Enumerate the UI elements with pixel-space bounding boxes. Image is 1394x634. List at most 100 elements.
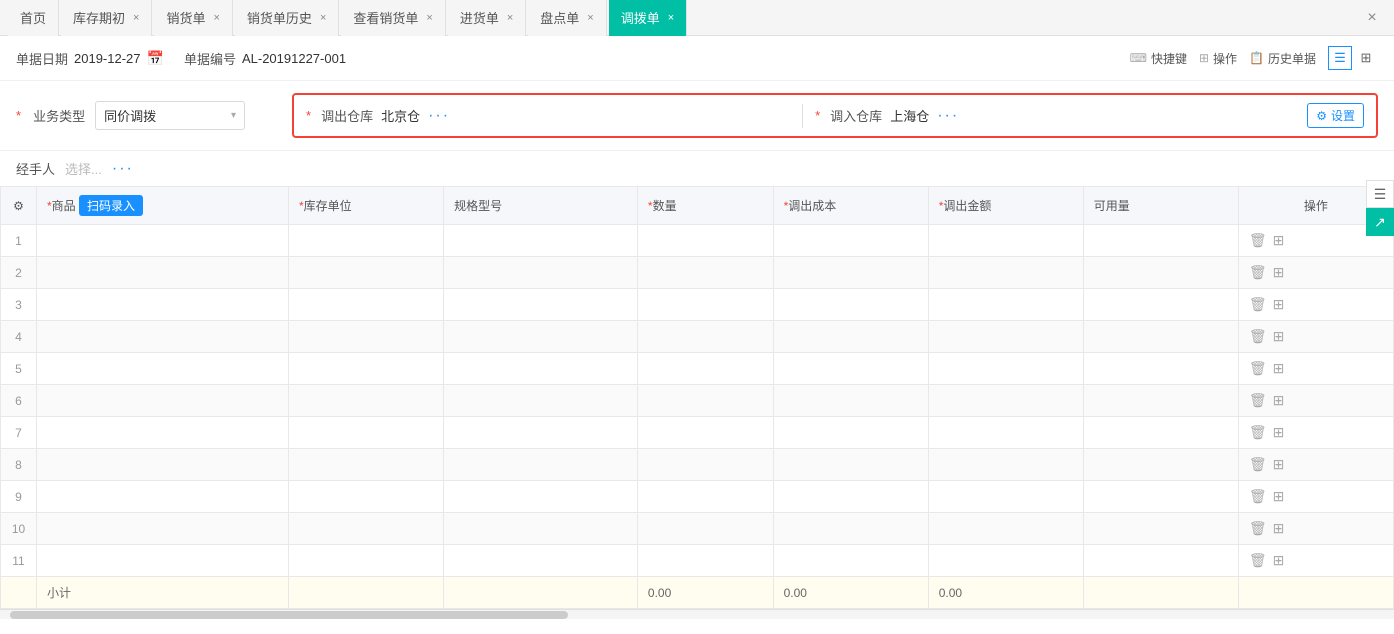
sidebar-export-icon[interactable]: ↗ xyxy=(1366,208,1394,236)
row-spec[interactable] xyxy=(444,289,638,321)
row-cost[interactable] xyxy=(773,321,928,353)
tab-sales-history[interactable]: 销货单历史 × xyxy=(235,0,339,36)
shortcut-btn[interactable]: ⌨ 快捷键 xyxy=(1130,50,1187,67)
calendar-icon[interactable]: 📅 xyxy=(147,50,164,67)
row-cost[interactable] xyxy=(773,417,928,449)
delete-icon[interactable]: 🗑 xyxy=(1249,264,1267,281)
row-product[interactable] xyxy=(37,353,289,385)
row-amount[interactable] xyxy=(928,545,1083,577)
row-spec[interactable] xyxy=(444,513,638,545)
copy-icon[interactable]: ⊞ xyxy=(1273,232,1285,249)
row-product[interactable] xyxy=(37,289,289,321)
row-amount[interactable] xyxy=(928,289,1083,321)
tab-view-sales-close[interactable]: × xyxy=(426,12,432,24)
handler-more[interactable]: ··· xyxy=(112,160,134,178)
tab-sales-order-close[interactable]: × xyxy=(213,12,219,24)
tab-transfer-order[interactable]: 调拨单 × xyxy=(609,0,687,36)
row-spec[interactable] xyxy=(444,481,638,513)
delete-icon[interactable]: 🗑 xyxy=(1249,296,1267,313)
row-cost[interactable] xyxy=(773,353,928,385)
row-amount[interactable] xyxy=(928,321,1083,353)
copy-icon[interactable]: ⊞ xyxy=(1273,552,1285,569)
delete-icon[interactable]: 🗑 xyxy=(1249,392,1267,409)
row-spec[interactable] xyxy=(444,257,638,289)
tab-home[interactable]: 首页 xyxy=(8,0,59,36)
tab-inventory-count-close[interactable]: × xyxy=(587,12,593,24)
th-gear[interactable]: ⚙ xyxy=(1,187,37,225)
copy-icon[interactable]: ⊞ xyxy=(1273,360,1285,377)
row-spec[interactable] xyxy=(444,417,638,449)
delete-icon[interactable]: 🗑 xyxy=(1249,456,1267,473)
row-amount[interactable] xyxy=(928,353,1083,385)
row-qty[interactable] xyxy=(637,481,773,513)
out-warehouse-more[interactable]: ··· xyxy=(428,107,450,125)
row-cost[interactable] xyxy=(773,257,928,289)
row-unit[interactable] xyxy=(289,449,444,481)
tab-inventory-init[interactable]: 库存期初 × xyxy=(61,0,152,36)
row-product[interactable] xyxy=(37,481,289,513)
row-spec[interactable] xyxy=(444,449,638,481)
row-qty[interactable] xyxy=(637,513,773,545)
row-amount[interactable] xyxy=(928,385,1083,417)
row-unit[interactable] xyxy=(289,385,444,417)
settings-btn[interactable]: ⚙ 设置 xyxy=(1307,103,1364,128)
row-cost[interactable] xyxy=(773,225,928,257)
row-qty[interactable] xyxy=(637,257,773,289)
row-unit[interactable] xyxy=(289,225,444,257)
delete-icon[interactable]: 🗑 xyxy=(1249,328,1267,345)
history-btn[interactable]: 📋 历史单据 xyxy=(1249,50,1316,67)
delete-icon[interactable]: 🗑 xyxy=(1249,424,1267,441)
row-product[interactable] xyxy=(37,385,289,417)
tab-sales-history-close[interactable]: × xyxy=(320,12,326,24)
row-cost[interactable] xyxy=(773,289,928,321)
row-product[interactable] xyxy=(37,257,289,289)
row-qty[interactable] xyxy=(637,545,773,577)
row-amount[interactable] xyxy=(928,513,1083,545)
tab-inventory-count[interactable]: 盘点单 × xyxy=(528,0,606,36)
scan-button[interactable]: 扫码录入 xyxy=(79,195,143,216)
row-product[interactable] xyxy=(37,449,289,481)
copy-icon[interactable]: ⊞ xyxy=(1273,520,1285,537)
close-all-tabs[interactable]: × xyxy=(1358,4,1386,32)
row-unit[interactable] xyxy=(289,513,444,545)
copy-icon[interactable]: ⊞ xyxy=(1273,488,1285,505)
copy-icon[interactable]: ⊞ xyxy=(1273,328,1285,345)
row-amount[interactable] xyxy=(928,449,1083,481)
delete-icon[interactable]: 🗑 xyxy=(1249,552,1267,569)
row-qty[interactable] xyxy=(637,321,773,353)
row-cost[interactable] xyxy=(773,449,928,481)
delete-icon[interactable]: 🗑 xyxy=(1249,232,1267,249)
copy-icon[interactable]: ⊞ xyxy=(1273,424,1285,441)
row-unit[interactable] xyxy=(289,257,444,289)
tab-purchase-order-close[interactable]: × xyxy=(507,12,513,24)
row-cost[interactable] xyxy=(773,481,928,513)
row-unit[interactable] xyxy=(289,545,444,577)
row-unit[interactable] xyxy=(289,289,444,321)
delete-icon[interactable]: 🗑 xyxy=(1249,520,1267,537)
business-type-select[interactable]: 同价调拨 ▾ xyxy=(95,101,245,130)
horizontal-scrollbar[interactable] xyxy=(0,609,1394,619)
row-qty[interactable] xyxy=(637,225,773,257)
row-product[interactable] xyxy=(37,513,289,545)
copy-icon[interactable]: ⊞ xyxy=(1273,456,1285,473)
list-view-btn[interactable]: ☰ xyxy=(1328,46,1352,70)
row-qty[interactable] xyxy=(637,449,773,481)
copy-icon[interactable]: ⊞ xyxy=(1273,296,1285,313)
row-unit[interactable] xyxy=(289,321,444,353)
row-spec[interactable] xyxy=(444,385,638,417)
row-amount[interactable] xyxy=(928,481,1083,513)
operate-btn[interactable]: ⊞ 操作 xyxy=(1199,50,1237,67)
row-product[interactable] xyxy=(37,225,289,257)
row-product[interactable] xyxy=(37,545,289,577)
in-warehouse-more[interactable]: ··· xyxy=(937,107,959,125)
row-unit[interactable] xyxy=(289,353,444,385)
row-qty[interactable] xyxy=(637,385,773,417)
row-cost[interactable] xyxy=(773,513,928,545)
tab-transfer-order-close[interactable]: × xyxy=(668,12,674,24)
row-amount[interactable] xyxy=(928,417,1083,449)
row-unit[interactable] xyxy=(289,481,444,513)
row-amount[interactable] xyxy=(928,225,1083,257)
delete-icon[interactable]: 🗑 xyxy=(1249,360,1267,377)
copy-icon[interactable]: ⊞ xyxy=(1273,392,1285,409)
tab-inventory-init-close[interactable]: × xyxy=(133,12,139,24)
